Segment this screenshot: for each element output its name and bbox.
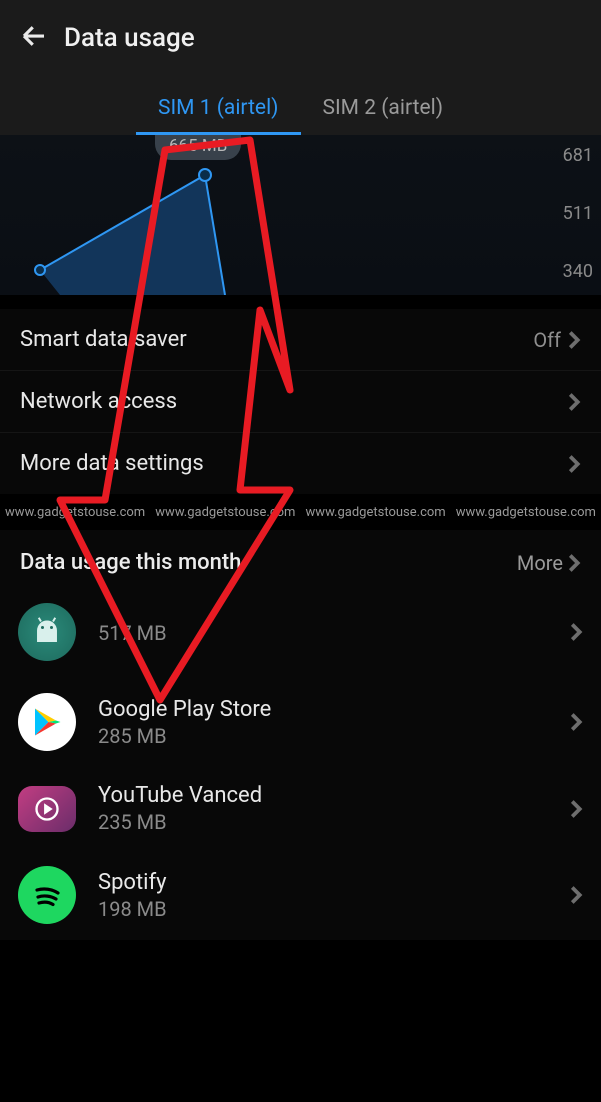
chevron-right-icon [569,712,583,732]
app-meta: Google Play Store 285 MB [98,697,569,748]
app-name: Google Play Store [98,697,569,722]
app-meta: YouTube Vanced 235 MB [98,783,569,834]
row-network-access[interactable]: Network access [0,371,601,433]
watermark-text: www.gadgetstouse.com [456,505,596,520]
app-meta: 517 MB [98,619,569,645]
watermark-text: www.gadgetstouse.com [5,505,145,520]
app-usage: 517 MB [98,621,569,645]
row-more-data-settings[interactable]: More data settings [0,433,601,494]
android-icon [18,603,76,661]
more-link[interactable]: More [517,551,563,575]
chevron-right-icon [567,454,581,474]
usage-section-header: Data usage this month More [0,530,601,587]
play-store-icon [18,693,76,751]
back-arrow-icon [19,21,49,55]
chevron-right-icon [567,392,581,412]
chevron-right-icon [569,885,583,905]
app-usage: 235 MB [98,810,569,834]
app-name: Spotify [98,870,569,895]
chevron-right-icon [567,330,581,350]
apps-usage-section: Data usage this month More 517 MB Google… [0,530,601,940]
row-label: Network access [20,389,567,414]
chevron-right-icon [569,622,583,642]
page-title: Data usage [64,23,195,53]
app-usage: 285 MB [98,724,569,748]
app-usage: 198 MB [98,897,569,921]
settings-section: Smart data saver Off Network access More… [0,309,601,494]
row-label: More data settings [20,451,567,476]
sim-tabs: SIM 1 (airtel) SIM 2 (airtel) [0,74,601,135]
y-tick-511: 511 [563,203,593,224]
watermark-text: www.gadgetstouse.com [306,505,446,520]
app-name: YouTube Vanced [98,783,569,808]
peak-value-badge: 665 MB [155,135,241,160]
app-header: Data usage [0,0,601,74]
app-row-youtube-vanced[interactable]: YouTube Vanced 235 MB [0,767,601,850]
usage-chart-svg [0,135,601,295]
app-row-play-store[interactable]: Google Play Store 285 MB [0,677,601,767]
row-smart-data-saver[interactable]: Smart data saver Off [0,309,601,371]
youtube-vanced-icon [18,786,76,832]
chevron-right-icon [569,799,583,819]
section-title: Data usage this month [20,550,517,575]
back-button[interactable] [14,18,54,58]
tab-sim2[interactable]: SIM 2 (airtel) [301,86,466,135]
row-value: Off [533,328,561,352]
tab-sim1[interactable]: SIM 1 (airtel) [136,86,301,135]
usage-graph: 665 MB 681 511 340 [0,135,601,295]
app-row-android-system[interactable]: 517 MB [0,587,601,677]
y-tick-681: 681 [563,145,593,166]
watermark-strip: www.gadgetstouse.com www.gadgetstouse.co… [0,494,601,530]
y-tick-340: 340 [563,261,593,282]
spotify-icon [18,866,76,924]
chevron-right-icon [567,553,581,573]
app-row-spotify[interactable]: Spotify 198 MB [0,850,601,940]
watermark-text: www.gadgetstouse.com [155,505,295,520]
app-meta: Spotify 198 MB [98,870,569,921]
row-label: Smart data saver [20,327,533,352]
